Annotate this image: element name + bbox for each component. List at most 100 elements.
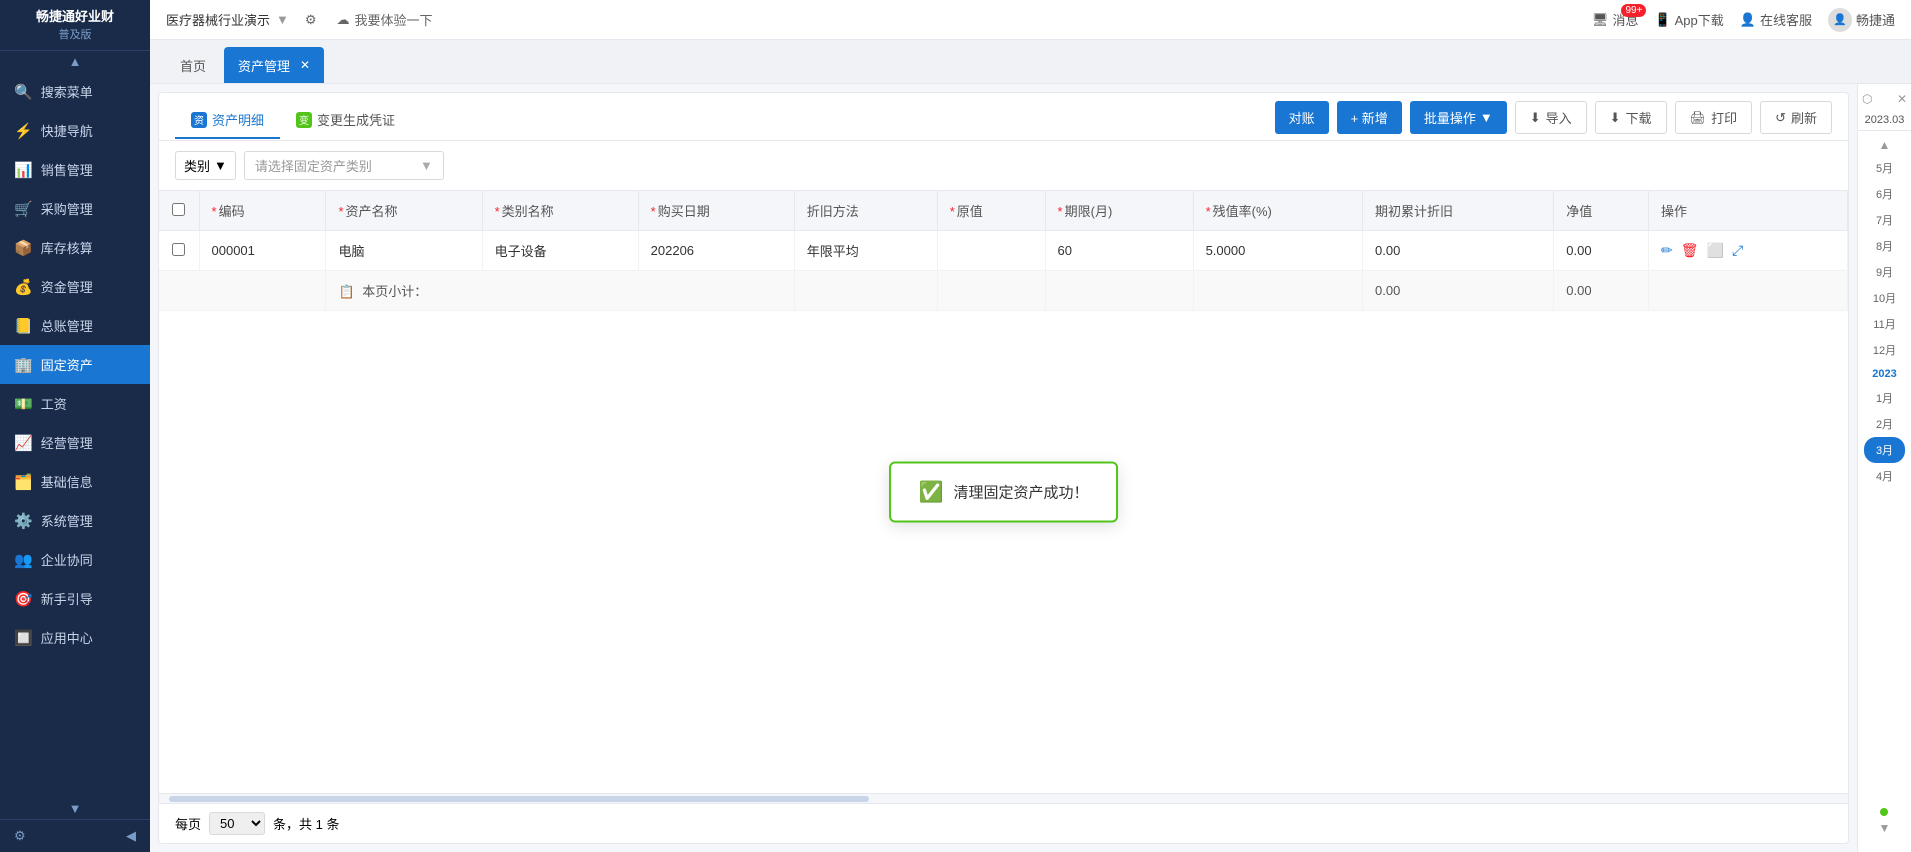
company-selector[interactable]: 医疗器械行业演示 ▼ — [166, 10, 289, 29]
asset-tab-label: 资产管理 — [238, 56, 290, 75]
tab-asset-management[interactable]: 资产管理 ✕ — [224, 47, 324, 83]
row-checkbox[interactable] — [172, 243, 185, 256]
batch-ops-label: 批量操作 — [1424, 108, 1476, 127]
row-checkbox-cell[interactable] — [159, 231, 199, 271]
sidebar-icon-3: 🛒 — [14, 200, 33, 218]
content-main: 资 资产明细 变 变更生成凭证 对账 + 新增 批量操作 ▼ ⬇ — [158, 92, 1849, 844]
user-avatar[interactable]: 👤 畅捷通 — [1828, 8, 1895, 32]
sidebar-item-经营管理[interactable]: 📈经营管理 — [0, 423, 150, 462]
tab-close-icon[interactable]: ✕ — [300, 58, 310, 72]
timeline-month-10[interactable]: 10月 — [1858, 285, 1911, 311]
sidebar: 畅捷通好业财 普及版 ▲ 🔍搜索菜单⚡快捷导航📊销售管理🛒采购管理📦库存核算💰资… — [0, 0, 150, 852]
delete-icon[interactable]: 🗑 — [1681, 242, 1699, 259]
subtab-asset-detail[interactable]: 资 资产明细 — [175, 102, 280, 139]
refresh-icon: ↺ — [1775, 110, 1786, 126]
refresh-btn[interactable]: ↺ 刷新 — [1760, 101, 1832, 134]
sidebar-label-2: 销售管理 — [41, 160, 93, 179]
download-label: 下载 — [1626, 108, 1652, 127]
panel-close-icon[interactable]: ✕ — [1897, 92, 1907, 106]
sidebar-item-固定资产[interactable]: 🏢固定资产 — [0, 345, 150, 384]
col-net-value: 净值 — [1554, 191, 1649, 231]
company-arrow-icon: ▼ — [276, 12, 289, 27]
timeline-year-2023[interactable]: 2023 — [1858, 363, 1911, 385]
print-btn[interactable]: 🖨 打印 — [1675, 101, 1753, 134]
sidebar-item-库存核算[interactable]: 📦库存核算 — [0, 228, 150, 267]
sidebar-label-4: 库存核算 — [41, 238, 93, 257]
timeline-month-7[interactable]: 7月 — [1858, 207, 1911, 233]
online-service-btn[interactable]: 👤 在线客服 — [1740, 10, 1812, 29]
new-btn[interactable]: + 新增 — [1337, 101, 1402, 134]
category-filter-type[interactable]: 类别 ▼ — [175, 151, 236, 180]
online-service-label: 在线客服 — [1760, 10, 1812, 29]
settings-icon[interactable]: ⚙ — [14, 828, 26, 844]
subtotal-row: 📋 本页小计： 0.00 0.00 — [159, 271, 1848, 311]
sidebar-item-销售管理[interactable]: 📊销售管理 — [0, 150, 150, 189]
timeline-month-6[interactable]: 6月 — [1858, 181, 1911, 207]
sidebar-label-1: 快捷导航 — [41, 121, 93, 140]
success-toast: ✅ 清理固定资产成功！ — [889, 462, 1119, 523]
panel-up-nav[interactable]: ▲ — [1876, 135, 1894, 155]
timeline-month-8[interactable]: 8月 — [1858, 233, 1911, 259]
sidebar-item-应用中心[interactable]: 🔲应用中心 — [0, 618, 150, 657]
row-residual-rate: 5.0000 — [1193, 231, 1362, 271]
select-all-checkbox[interactable] — [172, 203, 185, 216]
table-header-checkbox[interactable] — [159, 191, 199, 231]
sidebar-item-快捷导航[interactable]: ⚡快捷导航 — [0, 111, 150, 150]
timeline-month-12[interactable]: 12月 — [1858, 337, 1911, 363]
timeline-month-9[interactable]: 9月 — [1858, 259, 1911, 285]
timeline-month-11[interactable]: 11月 — [1858, 311, 1911, 337]
service-icon: 👤 — [1740, 12, 1756, 28]
col-depreciation-method: 折旧方法 — [794, 191, 937, 231]
username-label: 畅捷通 — [1856, 10, 1895, 29]
reconcile-btn[interactable]: 对账 — [1275, 101, 1329, 134]
experience-btn[interactable]: ☁ 我要体验一下 — [337, 10, 433, 29]
timeline-month-4[interactable]: 4月 — [1858, 463, 1911, 489]
print-label: 打印 — [1711, 108, 1737, 127]
panel-down-nav[interactable]: ▼ — [1876, 818, 1894, 838]
collapse-icon[interactable]: ◀ — [126, 828, 136, 844]
import-btn[interactable]: ⬇ 导入 — [1515, 101, 1587, 134]
col-residual-rate: *残值率(%) — [1193, 191, 1362, 231]
app-download-label: App下载 — [1675, 10, 1724, 29]
sidebar-icon-5: 💰 — [14, 278, 33, 296]
app-download-btn[interactable]: 📱 App下载 — [1654, 10, 1723, 29]
timeline-dot — [1880, 808, 1888, 816]
sidebar-item-系统管理[interactable]: ⚙️系统管理 — [0, 501, 150, 540]
sidebar-item-企业协同[interactable]: 👥企业协同 — [0, 540, 150, 579]
category-placeholder: 请选择固定资产类别 — [255, 156, 372, 175]
tab-home[interactable]: 首页 — [166, 47, 220, 83]
topbar-settings-icon[interactable]: ⚙ — [305, 12, 317, 28]
sidebar-item-基础信息[interactable]: 🗂️基础信息 — [0, 462, 150, 501]
row-period: 60 — [1045, 231, 1193, 271]
subtab-change-voucher[interactable]: 变 变更生成凭证 — [280, 102, 411, 139]
sidebar-item-总账管理[interactable]: 📒总账管理 — [0, 306, 150, 345]
col-period: *期限(月) — [1045, 191, 1193, 231]
sidebar-scroll-down[interactable]: ▼ — [0, 798, 150, 819]
sidebar-item-采购管理[interactable]: 🛒 采购管理 — [0, 189, 150, 228]
panel-expand-icon[interactable]: ⬡ — [1862, 92, 1872, 106]
page-size-select[interactable]: 50 100 200 — [209, 812, 265, 835]
scrollbar-thumb[interactable] — [169, 796, 869, 802]
category-dropdown[interactable]: 请选择固定资产类别 ▼ — [244, 151, 444, 180]
company-name: 医疗器械行业演示 — [166, 10, 270, 29]
timeline-month-5[interactable]: 5月 — [1858, 155, 1911, 181]
col-name: *资产名称 — [326, 191, 482, 231]
download-btn[interactable]: ⬇ 下载 — [1595, 101, 1667, 134]
copy-icon[interactable]: ⬜ — [1707, 242, 1724, 259]
sidebar-label-3: 采购管理 — [41, 199, 93, 218]
edit-icon[interactable]: ✏ — [1661, 242, 1673, 259]
sidebar-item-工资[interactable]: 💵工资 — [0, 384, 150, 423]
timeline-month-1[interactable]: 1月 — [1858, 385, 1911, 411]
horizontal-scrollbar[interactable] — [159, 793, 1848, 803]
sidebar-scroll-up[interactable]: ▲ — [0, 51, 150, 72]
app-edition: 普及版 — [59, 26, 92, 42]
sidebar-item-资金管理[interactable]: 💰资金管理 — [0, 267, 150, 306]
more-icon[interactable]: ⤢ — [1732, 242, 1743, 259]
batch-ops-arrow: ▼ — [1480, 110, 1493, 125]
message-btn[interactable]: 🖥 消息 99+ — [1592, 10, 1639, 29]
timeline-month-2[interactable]: 2月 — [1858, 411, 1911, 437]
sidebar-item-搜索菜单[interactable]: 🔍搜索菜单 — [0, 72, 150, 111]
timeline-month-3-current[interactable]: 3月 — [1864, 437, 1905, 463]
sidebar-item-新手引导[interactable]: 🎯新手引导 — [0, 579, 150, 618]
batch-ops-btn[interactable]: 批量操作 ▼ — [1410, 101, 1507, 134]
